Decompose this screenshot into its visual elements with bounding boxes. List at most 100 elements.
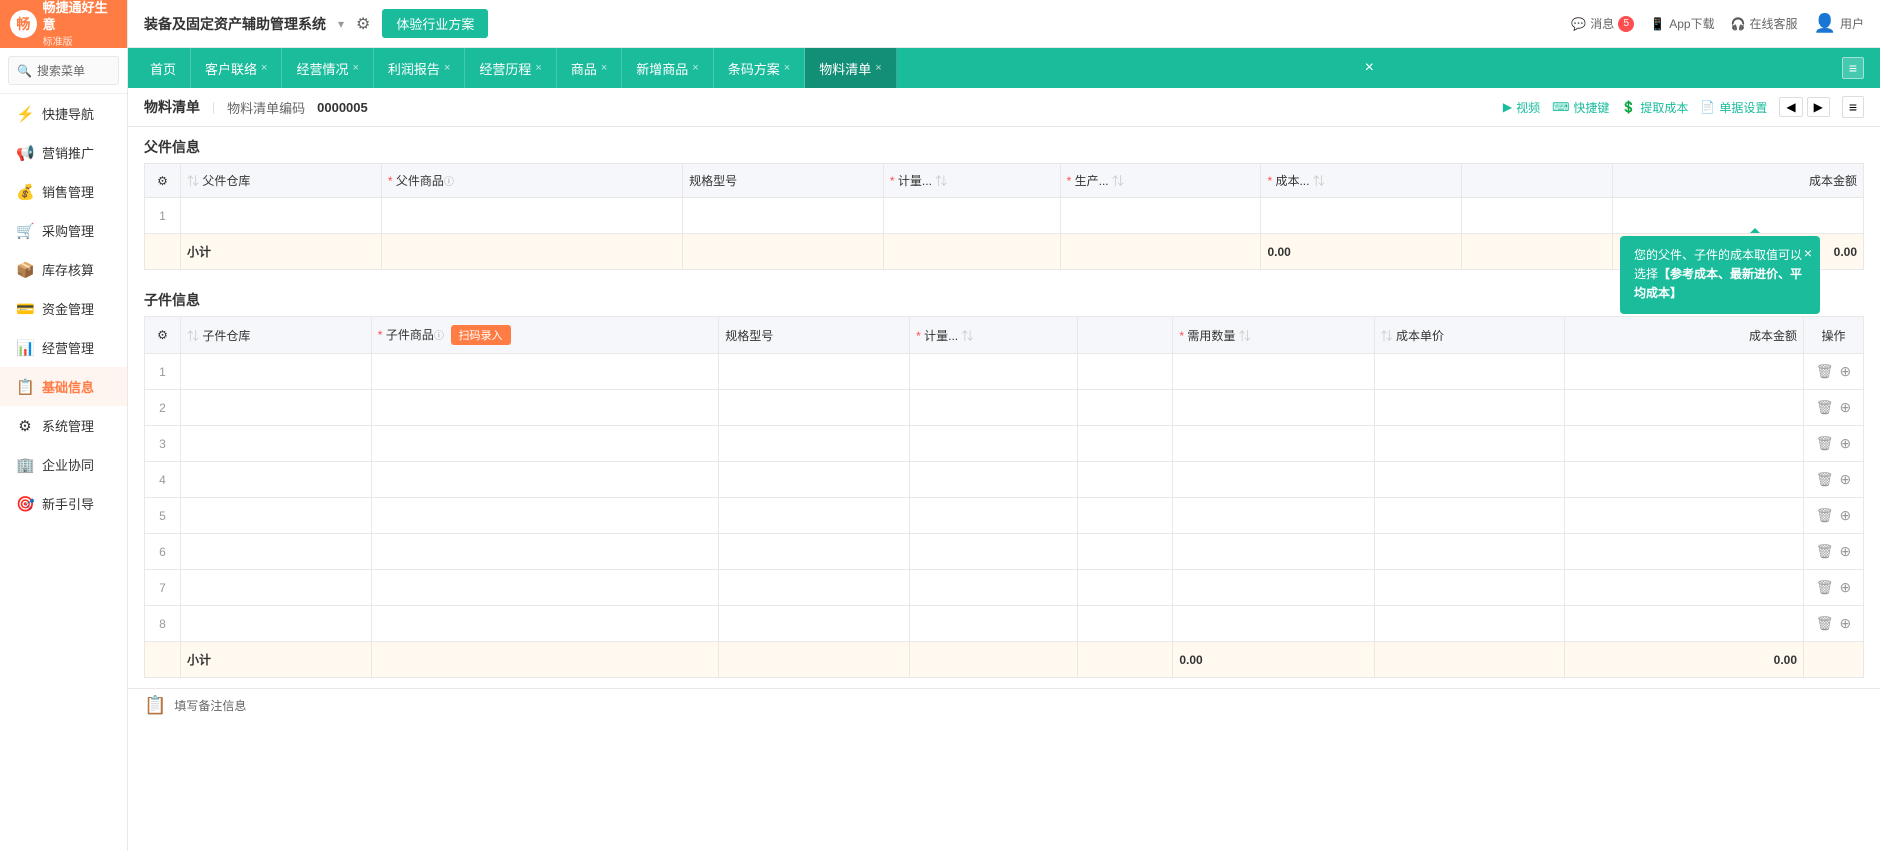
settings-gear-icon[interactable]: ⚙	[356, 14, 370, 34]
sidebar-item-finance[interactable]: 💳 资金管理	[0, 289, 127, 328]
tab-history-close[interactable]: ×	[535, 62, 541, 74]
user-avatar-icon: 👤	[1814, 13, 1836, 34]
sidebar-item-label-marketing: 营销推广	[42, 143, 94, 162]
child-row2-uprice[interactable]	[1374, 390, 1565, 426]
app-download-btn[interactable]: 📱 App下载	[1650, 15, 1714, 32]
child-row1-warehouse[interactable]	[181, 354, 372, 390]
copy-icon[interactable]: ⊕	[1840, 507, 1852, 524]
tab-bom[interactable]: 物料清单 ×	[805, 48, 896, 88]
cost-tooltip: × 您的父件、子件的成本取值可以选择【参考成本、最新进价、平均成本】	[1620, 236, 1820, 314]
online-service-label: 在线客服	[1750, 15, 1798, 32]
table-row: 3 🗑⊕	[145, 426, 1864, 462]
online-service-btn[interactable]: 🎧 在线客服	[1731, 15, 1798, 32]
search-menu-button[interactable]: 🔍 搜索菜单	[8, 56, 119, 85]
parent-production-cell[interactable]	[1060, 198, 1261, 234]
parent-subtotal-row: 小计 0.00 0.00	[145, 234, 1864, 270]
child-row2-product[interactable]	[371, 390, 719, 426]
shortcut-btn[interactable]: ⌨ 快捷键	[1552, 99, 1609, 116]
message-btn[interactable]: 💬 消息 5	[1571, 15, 1634, 32]
view-video-label: 视频	[1516, 99, 1540, 116]
sidebar-item-inventory[interactable]: 📦 库存核算	[0, 250, 127, 289]
parent-gear-icon[interactable]: ⚙	[157, 174, 168, 188]
sidebar-item-sales[interactable]: 💰 销售管理	[0, 172, 127, 211]
sidebar-item-operations[interactable]: 📊 经营管理	[0, 328, 127, 367]
copy-icon[interactable]: ⊕	[1840, 543, 1852, 560]
copy-icon[interactable]: ⊕	[1840, 615, 1852, 632]
child-row1-uprice[interactable]	[1374, 354, 1565, 390]
tab-new-goods[interactable]: 新增商品 ×	[622, 48, 713, 88]
child-row1-spec[interactable]	[719, 354, 910, 390]
tab-goods-label: 商品	[571, 59, 597, 78]
sidebar-item-quick-nav[interactable]: ⚡ 快捷导航	[0, 94, 127, 133]
tab-customer-close[interactable]: ×	[261, 62, 267, 74]
copy-icon[interactable]: ⊕	[1840, 471, 1852, 488]
tooltip-close-btn[interactable]: ×	[1804, 242, 1812, 264]
sidebar-item-basic[interactable]: 📋 基础信息	[0, 367, 127, 406]
tab-operations-status[interactable]: 经营情况 ×	[282, 48, 373, 88]
copy-icon[interactable]: ⊕	[1840, 363, 1852, 380]
doc-settings-btn[interactable]: 📄 单据设置	[1700, 99, 1767, 116]
parent-product-cell[interactable]	[381, 198, 682, 234]
sidebar-item-enterprise[interactable]: 🏢 企业协同	[0, 445, 127, 484]
extract-cost-btn[interactable]: 💲 提取成本	[1621, 99, 1688, 116]
delete-icon[interactable]: 🗑	[1816, 471, 1834, 488]
prev-btn[interactable]: ◀	[1779, 97, 1802, 117]
tab-history[interactable]: 经营历程 ×	[465, 48, 556, 88]
experience-btn[interactable]: 体验行业方案	[382, 9, 488, 38]
child-row2-qty[interactable]	[1173, 390, 1374, 426]
parent-unit-cell[interactable]	[883, 198, 1060, 234]
child-row2-warehouse[interactable]	[181, 390, 372, 426]
dropdown-arrow-icon[interactable]: ▾	[338, 17, 344, 31]
view-video-btn[interactable]: ▶ 视频	[1503, 99, 1540, 116]
parent-spec-cell[interactable]	[683, 198, 884, 234]
parent-warehouse-sort-icon: ⇅	[187, 174, 199, 188]
child-col-unit: * 计量... ⇅	[910, 317, 1078, 354]
tab-customer[interactable]: 客户联络 ×	[191, 48, 282, 88]
tab-profit-close[interactable]: ×	[444, 62, 450, 74]
child-row2-unit[interactable]	[910, 390, 1078, 426]
sidebar-item-purchase[interactable]: 🛒 采购管理	[0, 211, 127, 250]
parent-cost-cell[interactable]	[1261, 198, 1462, 234]
child-row1-qty[interactable]	[1173, 354, 1374, 390]
tab-goods[interactable]: 商品 ×	[557, 48, 622, 88]
view-options-btn[interactable]: ≡	[1842, 96, 1864, 118]
tab-barcode-label: 条码方案	[728, 59, 780, 78]
next-btn[interactable]: ▶	[1807, 97, 1830, 117]
delete-icon[interactable]: 🗑	[1816, 543, 1834, 560]
sidebar-logo: 畅 畅捷通好生意 标准版	[0, 0, 127, 48]
tab-operations-status-close[interactable]: ×	[352, 62, 358, 74]
tab-new-goods-close[interactable]: ×	[692, 62, 698, 74]
delete-icon[interactable]: 🗑	[1816, 399, 1834, 416]
sidebar-item-label-finance: 资金管理	[42, 299, 94, 318]
copy-icon[interactable]: ⊕	[1840, 435, 1852, 452]
delete-icon[interactable]: 🗑	[1816, 435, 1834, 452]
child-gear-icon[interactable]: ⚙	[157, 328, 168, 342]
child-subtotal-row: 小计 0.00 0.00	[145, 642, 1864, 678]
parent-warehouse-cell[interactable]	[181, 198, 382, 234]
tab-barcode-close[interactable]: ×	[784, 62, 790, 74]
child-row2-spec[interactable]	[719, 390, 910, 426]
tab-bom-close[interactable]: ×	[875, 62, 881, 74]
user-btn[interactable]: 👤 用户	[1814, 13, 1864, 34]
sidebar-item-marketing[interactable]: 📢 营销推广	[0, 133, 127, 172]
delete-icon[interactable]: 🗑	[1816, 507, 1834, 524]
copy-icon[interactable]: ⊕	[1840, 579, 1852, 596]
sidebar-item-system[interactable]: ⚙ 系统管理	[0, 406, 127, 445]
tab-goods-close[interactable]: ×	[601, 62, 607, 74]
tab-list-icon[interactable]: ≡	[1842, 57, 1864, 79]
tab-profit[interactable]: 利润报告 ×	[374, 48, 465, 88]
tab-barcode[interactable]: 条码方案 ×	[714, 48, 805, 88]
scan-input-btn[interactable]: 扫码录入	[451, 325, 511, 345]
close-all-tabs-btn[interactable]: ×	[1357, 59, 1382, 77]
page-content: 物料清单 | 物料清单编码 0000005 ▶ 视频 ⌨ 快捷键 💲 提取成本 …	[128, 88, 1880, 851]
separator: |	[212, 100, 215, 114]
delete-icon[interactable]: 🗑	[1816, 363, 1834, 380]
copy-icon[interactable]: ⊕	[1840, 399, 1852, 416]
tab-home[interactable]: 首页	[136, 48, 191, 88]
delete-icon[interactable]: 🗑	[1816, 615, 1834, 632]
child-row1-product[interactable]	[371, 354, 719, 390]
child-row1-unit[interactable]	[910, 354, 1078, 390]
sidebar-item-guide[interactable]: 🎯 新手引导	[0, 484, 127, 523]
delete-icon[interactable]: 🗑	[1816, 579, 1834, 596]
code-label: 物料清单编码	[227, 98, 305, 117]
